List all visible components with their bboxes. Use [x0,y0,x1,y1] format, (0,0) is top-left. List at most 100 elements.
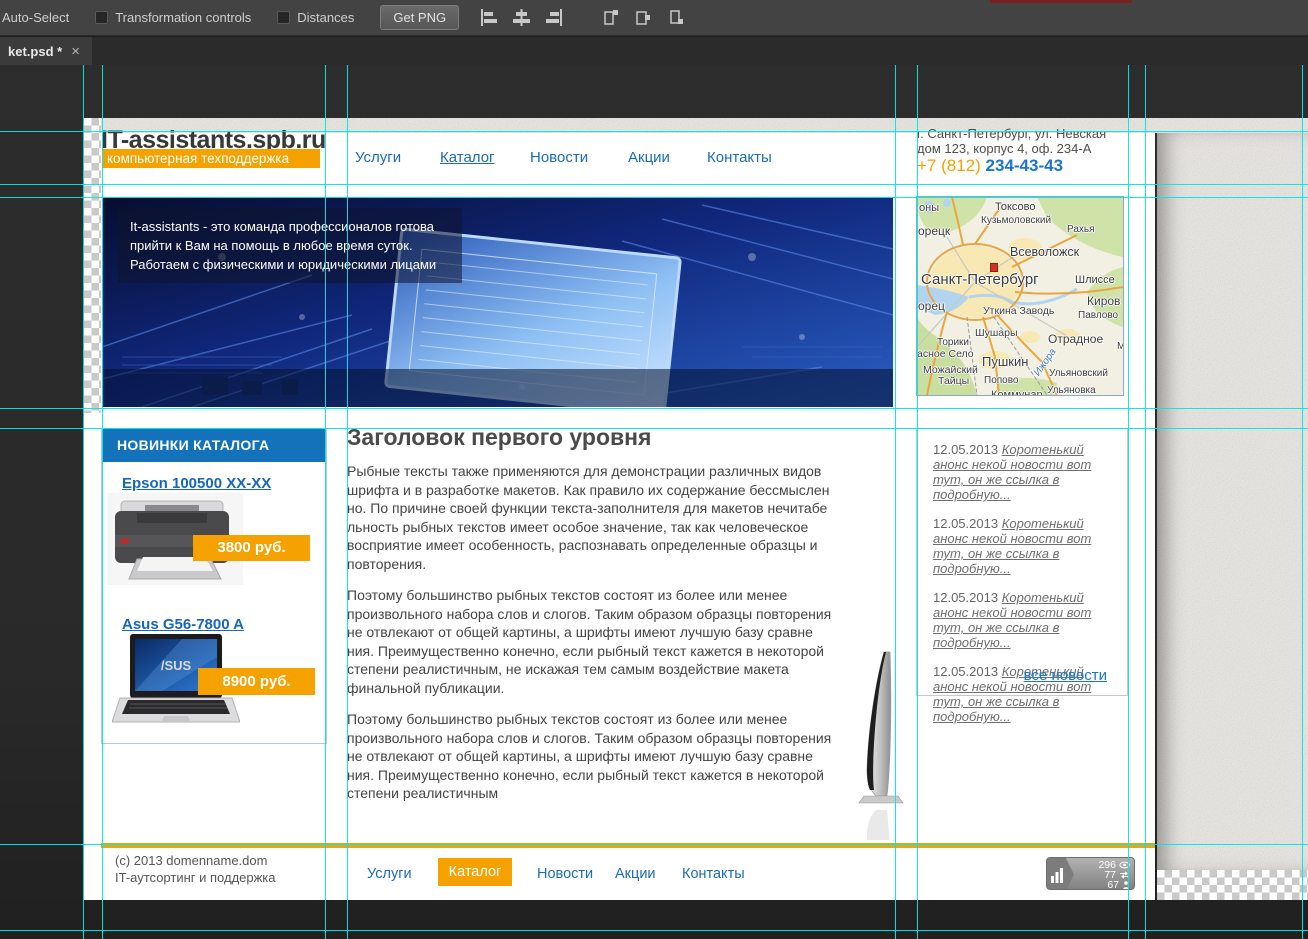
visit-counter-badge[interactable]: 296 77 67 [1046,857,1135,890]
footer-nav-kontakty[interactable]: Контакты [682,866,745,882]
counter-values: 296 77 67 [1098,860,1130,890]
news-item: 12.05.2013 Коротенький анонс некой новос… [933,442,1113,502]
checkbox-icon[interactable] [95,11,109,24]
guide-horizontal[interactable] [0,184,1308,185]
news-date: 12.05.2013 [933,442,999,457]
map-place-label: Павлово [1078,310,1119,321]
counter-hosts: 67 [1107,879,1119,890]
map-place-label: Шушары [975,327,1018,339]
map-marker-icon [990,263,998,272]
map-place-label: Токсово [995,201,1036,213]
ps-tab-bar: ket.psd * × [0,37,1308,65]
guide-horizontal[interactable] [0,428,1308,429]
guide-horizontal[interactable] [0,930,1308,931]
catalog-box-header: НОВИНКИ КАТАЛОГА [102,429,326,462]
article-paragraph: Поэтому большинство рыбных текстов состо… [347,587,832,696]
transparency-checker-left [84,118,101,413]
svg-text:/SUS: /SUS [161,658,192,673]
checkbox-icon[interactable] [277,11,291,24]
distribute-center-icon[interactable] [635,8,654,27]
map-place-label: Отрадное [1048,332,1104,346]
transparency-checker-bottom-right [1157,870,1308,900]
map-place-label: Рахья [1067,224,1095,235]
map-place-label: Санкт-Петербург [921,271,1039,288]
align-right-edges-icon[interactable] [545,8,564,27]
map-place-label: Уткина Заводь [983,305,1055,317]
map-place-label: Ульяновский [1049,368,1108,379]
footer-copyright: (c) 2013 domenname.dom IT-аутсортинг и п… [115,852,276,886]
price-badge-asus: 8900 руб. [198,668,315,695]
footer-nav-novosti[interactable]: Новости [537,866,593,882]
top-red-strip [990,0,1132,3]
map-place-label: асное Село [917,348,974,360]
copyright-line-1: (c) 2013 domenname.dom [115,853,268,868]
canvas-area: IT-assistants.spb.ru компьютерная техпод… [0,65,1308,939]
align-left-edges-icon[interactable] [479,8,498,27]
document-background-right [1157,133,1308,870]
map-place-label: Пушкин [982,354,1029,369]
article-paragraph: Поэтому большинство рыбных текстов состо… [347,711,832,801]
nav-item-kontakty[interactable]: Контакты [707,149,772,166]
site-logo-subtitle: компьютерная техподдержка [102,149,320,168]
map-place-label: Киров [1087,294,1121,308]
align-horizontal-centers-icon[interactable] [512,8,531,27]
nav-item-katalog[interactable]: Каталог [440,149,495,166]
map-place-label: Шлиссе [1075,274,1115,286]
map-place-label: Всеволожск [1010,245,1080,259]
ps-options-bar: Auto-Select Transformation controls Dist… [0,0,1308,36]
copyright-line-2: IT-аутсортинг и поддержка [115,870,276,885]
footer-nav-uslugi[interactable]: Услуги [367,866,412,882]
product-link-asus[interactable]: Asus G56-7800 A [122,616,244,633]
counter-logo [1047,858,1074,889]
map-place-label: Коммунар [991,389,1043,396]
news-item: 12.05.2013 Коротенький анонс некой новос… [933,516,1113,576]
map-place-label: Тайцы [938,375,970,387]
get-png-button[interactable]: Get PNG [380,5,460,30]
map-place-label: оны [919,202,940,214]
guide-horizontal[interactable] [0,408,1308,409]
monitor-image [840,650,915,939]
article-body: Рыбные тексты также применяются для демо… [347,462,877,816]
product-link-epson[interactable]: Epson 100500 XX-XX [122,475,271,492]
nav-item-uslugi[interactable]: Услуги [355,149,401,166]
distribute-top-icon[interactable] [602,8,621,27]
all-news-link[interactable]: все новости [1024,668,1107,683]
news-date: 12.05.2013 [933,590,999,605]
location-map[interactable]: оны Токсово Кузьмоловский Рахья орецк Всеволо… [916,196,1124,396]
phone-digits: 234-43-43 [985,156,1064,175]
news-date: 12.05.2013 [933,516,999,531]
map-place-label: М [1117,341,1123,352]
footer-nav-akcii[interactable]: Акции [615,866,656,882]
map-place-label: Ульяновка [1047,385,1096,396]
distances-label: Distances [297,10,355,25]
distribute-bottom-icon[interactable] [668,8,687,27]
document-tab-title: ket.psd * [8,43,63,59]
map-place-label: Попово [984,375,1019,386]
address-line-2: дом 123, корпус 4, оф. 234-А [917,141,1092,156]
map-place-label: орец [918,299,945,313]
map-place-label: орецк [918,224,951,238]
price-badge-epson: 3800 руб. [193,535,310,561]
transformation-controls-checkbox[interactable]: Transformation controls [95,10,251,25]
phone-code: +7 (812) [917,156,981,175]
guide-horizontal[interactable] [0,844,1308,845]
map-place-label: Кузьмоловский [981,215,1052,226]
news-date: 12.05.2013 [933,664,999,679]
news-box: 12.05.2013 Коротенький анонс некой новос… [916,428,1128,724]
document-tab[interactable]: ket.psd * × [0,37,92,65]
map-place-label: Торики [937,337,969,348]
tab-close-icon[interactable]: × [71,44,80,59]
footer-nav-katalog-button[interactable]: Каталог [438,858,512,886]
nav-item-akcii[interactable]: Акции [628,149,670,166]
guide-horizontal[interactable] [0,131,1308,132]
phone-number: +7 (812) 234-43-43 [917,156,1063,176]
photoshop-window: Auto-Select Transformation controls Dist… [0,0,1308,939]
distances-checkbox[interactable]: Distances [277,10,354,25]
hero-image: It-assistants - это команда профессионал… [102,197,893,407]
guide-horizontal[interactable] [0,197,1308,198]
catalog-new-items-box: НОВИНКИ КАТАЛОГА Epson 100500 XX-XX 3800… [101,428,327,744]
transformation-controls-label: Transformation controls [115,10,252,25]
address-line-1: г. Санкт-Петербург, ул. Невская [917,126,1107,141]
nav-item-novosti[interactable]: Новости [530,149,588,166]
auto-select-label[interactable]: Auto-Select [2,10,69,25]
